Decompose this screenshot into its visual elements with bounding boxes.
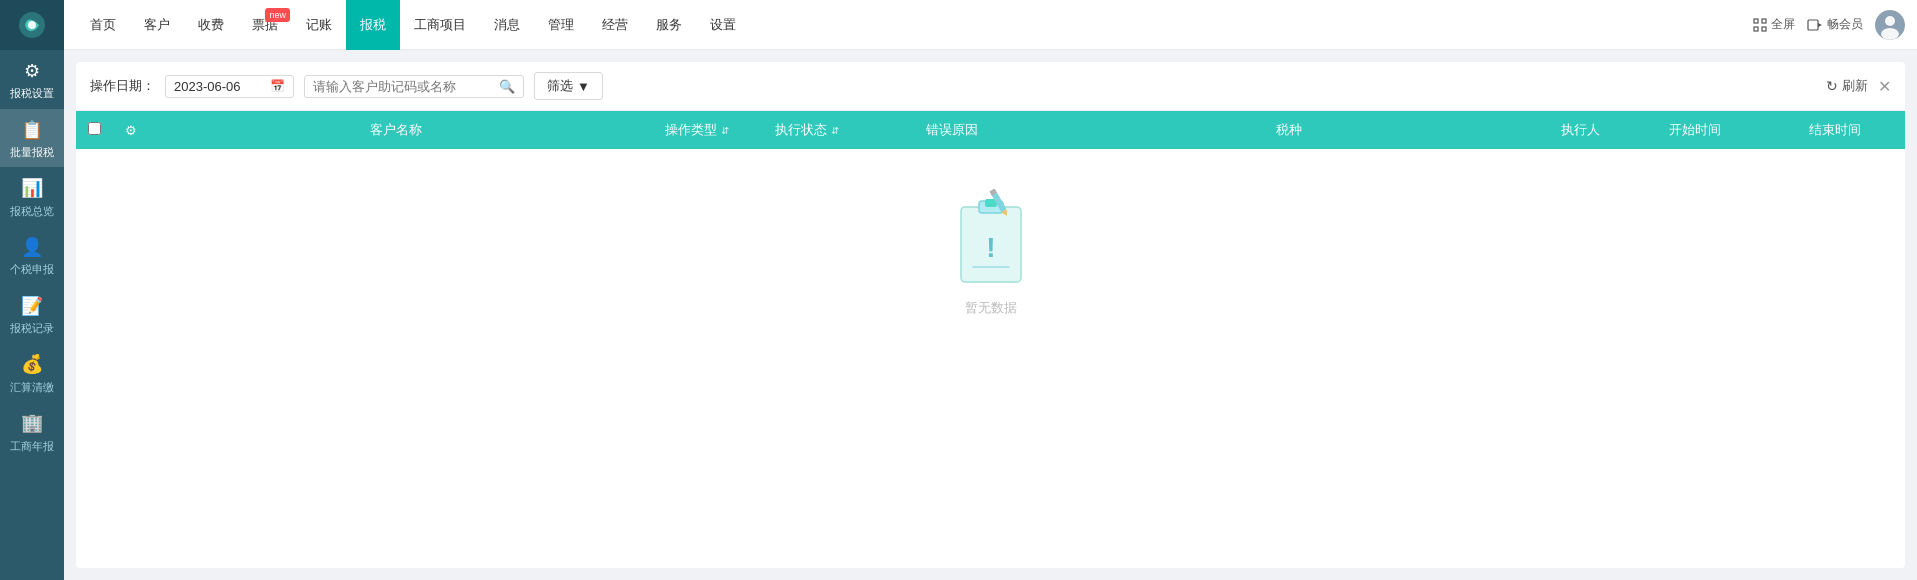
close-button[interactable]: ✕ — [1878, 77, 1891, 96]
video-icon — [1807, 18, 1823, 32]
member-button[interactable]: 畅会员 — [1807, 16, 1863, 33]
svg-point-1 — [28, 21, 36, 29]
user-avatar[interactable] — [1875, 10, 1905, 40]
sidebar-item-label: 汇算清缴 — [10, 380, 54, 394]
svg-point-10 — [1881, 28, 1899, 40]
table-header-row: ⚙ 客户名称 操作类型 ⇵ — [76, 111, 1905, 149]
sort-icon-op-type: ⇵ — [721, 125, 729, 136]
baoshuizonglan-icon: 📊 — [21, 177, 43, 200]
sidebar-item-label: 个税申报 — [10, 262, 54, 276]
nav-item-shoufe[interactable]: 收费 — [184, 0, 238, 50]
svg-marker-7 — [1818, 23, 1822, 27]
col-checkbox — [76, 111, 113, 149]
svg-rect-4 — [1754, 27, 1758, 31]
nav-item-shouye[interactable]: 首页 — [76, 0, 130, 50]
nav-item-kehu[interactable]: 客户 — [130, 0, 184, 50]
piliangbaoshui-icon: 📋 — [21, 119, 43, 142]
table-wrap: ⚙ 客户名称 操作类型 ⇵ — [76, 111, 1905, 568]
empty-illustration: ! — [941, 189, 1041, 299]
col-start-time: 开始时间 — [1625, 111, 1765, 149]
sidebar-item-label: 批量报税 — [10, 145, 54, 159]
huisuanjiaona-icon: 💰 — [21, 353, 43, 376]
col-executor: 执行人 — [1535, 111, 1625, 149]
refresh-icon: ↻ — [1826, 78, 1838, 94]
empty-text: 暂无数据 — [965, 299, 1017, 317]
fullscreen-label: 全屏 — [1771, 16, 1795, 33]
nav-item-fuwu[interactable]: 服务 — [642, 0, 696, 50]
chevron-down-icon: ▼ — [577, 79, 590, 94]
nav-item-gongshang[interactable]: 工商项目 — [400, 0, 480, 50]
main-area: 首页 客户 收费 票据 new 记账 报税 工商项目 消息 管理 经营 服务 设… — [64, 0, 1917, 580]
topnav-items: 首页 客户 收费 票据 new 记账 报税 工商项目 消息 管理 经营 服务 设… — [76, 0, 1753, 50]
svg-rect-5 — [1762, 27, 1766, 31]
fullscreen-button[interactable]: 全屏 — [1753, 16, 1795, 33]
col-end-time: 结束时间 — [1765, 111, 1905, 149]
search-input[interactable] — [313, 79, 493, 94]
nav-item-guanli[interactable]: 管理 — [534, 0, 588, 50]
sidebar: ⚙ 报税设置 📋 批量报税 📊 报税总览 👤 个税申报 📝 报税记录 💰 汇算清… — [0, 0, 64, 580]
nav-item-jingying[interactable]: 经营 — [588, 0, 642, 50]
col-settings: ⚙ — [113, 111, 149, 149]
fullscreen-icon — [1753, 18, 1767, 32]
toolbar: 操作日期： 📅 🔍 筛选 ▼ ↻ 刷新 ✕ — [76, 62, 1905, 111]
member-label: 畅会员 — [1827, 16, 1863, 33]
data-table: ⚙ 客户名称 操作类型 ⇵ — [76, 111, 1905, 149]
gongshangnianbao-icon: 🏢 — [21, 412, 43, 435]
sort-icon-exec-status: ⇵ — [831, 125, 839, 136]
refresh-label: 刷新 — [1842, 77, 1868, 95]
date-input[interactable] — [174, 79, 264, 94]
avatar-icon — [1875, 10, 1905, 40]
topnav: 首页 客户 收费 票据 new 记账 报税 工商项目 消息 管理 经营 服务 设… — [64, 0, 1917, 50]
sidebar-item-label: 报税总览 — [10, 204, 54, 218]
topnav-right: 全屏 畅会员 — [1753, 10, 1905, 40]
filter-button[interactable]: 筛选 ▼ — [534, 72, 603, 100]
filter-label: 筛选 — [547, 77, 573, 95]
content-panel: 操作日期： 📅 🔍 筛选 ▼ ↻ 刷新 ✕ — [76, 62, 1905, 568]
select-all-checkbox[interactable] — [88, 122, 101, 135]
nav-item-jizhang[interactable]: 记账 — [292, 0, 346, 50]
empty-state: ! 暂无数据 — [76, 149, 1905, 357]
svg-point-9 — [1885, 16, 1895, 26]
sidebar-item-huisuanjiaona[interactable]: 💰 汇算清缴 — [0, 343, 64, 402]
col-client: 客户名称 — [149, 111, 642, 149]
sidebar-item-gongshangnianbao[interactable]: 🏢 工商年报 — [0, 402, 64, 461]
search-icon[interactable]: 🔍 — [499, 79, 515, 94]
refresh-button[interactable]: ↻ 刷新 — [1826, 77, 1868, 95]
svg-text:!: ! — [986, 232, 995, 263]
sidebar-item-piliangbaoshui[interactable]: 📋 批量报税 — [0, 109, 64, 168]
svg-rect-6 — [1808, 20, 1818, 30]
col-op-type[interactable]: 操作类型 ⇵ — [642, 111, 752, 149]
nav-item-xiaoxi[interactable]: 消息 — [480, 0, 534, 50]
new-badge: new — [265, 8, 290, 23]
col-tax-type: 税种 — [1042, 111, 1535, 149]
sidebar-item-label: 工商年报 — [10, 439, 54, 453]
geshui-icon: 👤 — [21, 236, 43, 259]
svg-rect-3 — [1762, 19, 1766, 23]
nav-item-shezhi[interactable]: 设置 — [696, 0, 750, 50]
sidebar-item-baoshuijilu[interactable]: 📝 报税记录 — [0, 285, 64, 344]
baoshuijilu-icon: 📝 — [21, 295, 43, 318]
calendar-icon[interactable]: 📅 — [270, 79, 285, 93]
content-area: 操作日期： 📅 🔍 筛选 ▼ ↻ 刷新 ✕ — [64, 50, 1917, 580]
sidebar-item-label: 报税设置 — [10, 86, 54, 100]
col-error-reason: 错误原因 — [862, 111, 1042, 149]
nav-item-piao[interactable]: 票据 new — [238, 0, 292, 50]
svg-rect-2 — [1754, 19, 1758, 23]
sidebar-logo — [0, 0, 64, 50]
baoshuishezhi-icon: ⚙ — [24, 60, 40, 83]
sidebar-item-label: 报税记录 — [10, 321, 54, 335]
date-input-wrap: 📅 — [165, 75, 294, 98]
sidebar-item-baoshuizonglan[interactable]: 📊 报税总览 — [0, 167, 64, 226]
date-label: 操作日期： — [90, 77, 155, 95]
settings-icon[interactable]: ⚙ — [125, 123, 137, 138]
sidebar-item-geshui[interactable]: 👤 个税申报 — [0, 226, 64, 285]
search-wrap: 🔍 — [304, 75, 524, 98]
nav-item-baoshui[interactable]: 报税 — [346, 0, 400, 50]
sidebar-item-baoshuishezhi[interactable]: ⚙ 报税设置 — [0, 50, 64, 109]
col-exec-status[interactable]: 执行状态 ⇵ — [752, 111, 862, 149]
